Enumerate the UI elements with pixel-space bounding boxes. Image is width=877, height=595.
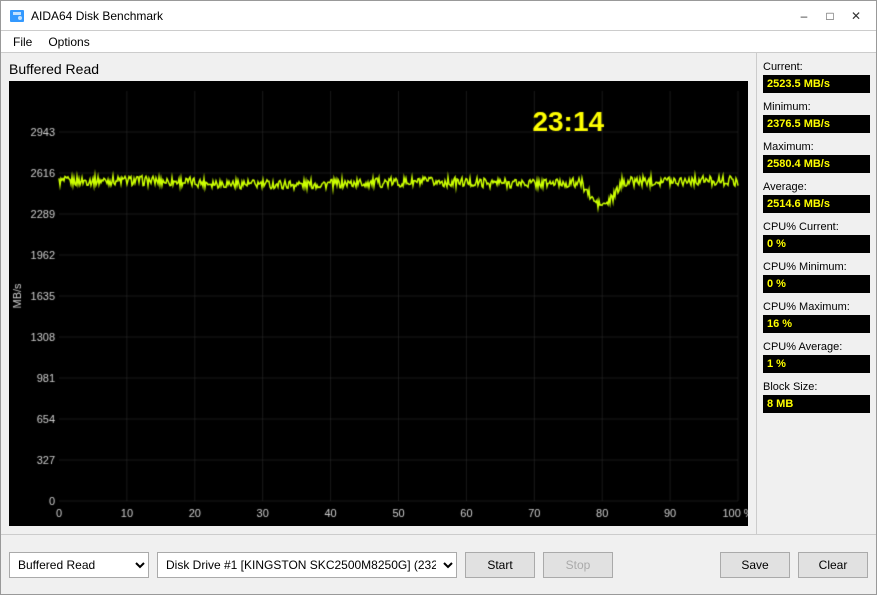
current-value: 2523.5 MB/s [763, 75, 870, 93]
cpu-maximum-label: CPU% Maximum: [763, 301, 870, 313]
clear-button[interactable]: Clear [798, 552, 868, 578]
cpu-minimum-value: 0 % [763, 275, 870, 293]
minimum-label: Minimum: [763, 101, 870, 113]
window-controls: ‒ □ ✕ [792, 6, 868, 26]
cpu-current-value: 0 % [763, 235, 870, 253]
current-label: Current: [763, 61, 870, 73]
window-title: AIDA64 Disk Benchmark [31, 9, 163, 23]
average-label: Average: [763, 181, 870, 193]
stat-block-size: Block Size: 8 MB [763, 381, 870, 413]
menu-bar: File Options [1, 31, 876, 53]
cpu-average-value: 1 % [763, 355, 870, 373]
menu-file[interactable]: File [5, 33, 40, 51]
minimize-button[interactable]: ‒ [792, 6, 816, 26]
stat-minimum: Minimum: 2376.5 MB/s [763, 101, 870, 133]
start-button[interactable]: Start [465, 552, 535, 578]
block-size-value: 8 MB [763, 395, 870, 413]
title-bar-left: AIDA64 Disk Benchmark [9, 8, 163, 24]
menu-options[interactable]: Options [40, 33, 97, 51]
main-panel: Buffered Read [1, 53, 756, 534]
stat-cpu-average: CPU% Average: 1 % [763, 341, 870, 373]
maximum-label: Maximum: [763, 141, 870, 153]
title-bar: AIDA64 Disk Benchmark ‒ □ ✕ [1, 1, 876, 31]
test-select[interactable]: Buffered Read Random Read Random Write [9, 552, 149, 578]
app-icon [9, 8, 25, 24]
maximize-button[interactable]: □ [818, 6, 842, 26]
benchmark-title: Buffered Read [9, 61, 748, 77]
right-panel: Current: 2523.5 MB/s Minimum: 2376.5 MB/… [756, 53, 876, 534]
drive-select[interactable]: Disk Drive #1 [KINGSTON SKC2500M8250G] (… [157, 552, 457, 578]
stat-average: Average: 2514.6 MB/s [763, 181, 870, 213]
maximum-value: 2580.4 MB/s [763, 155, 870, 173]
bottom-bar: Buffered Read Random Read Random Write D… [1, 534, 876, 594]
minimum-value: 2376.5 MB/s [763, 115, 870, 133]
cpu-minimum-label: CPU% Minimum: [763, 261, 870, 273]
average-value: 2514.6 MB/s [763, 195, 870, 213]
stat-maximum: Maximum: 2580.4 MB/s [763, 141, 870, 173]
block-size-label: Block Size: [763, 381, 870, 393]
cpu-average-label: CPU% Average: [763, 341, 870, 353]
stat-cpu-minimum: CPU% Minimum: 0 % [763, 261, 870, 293]
content-area: Buffered Read Current: 2523.5 MB/s Minim… [1, 53, 876, 534]
save-button[interactable]: Save [720, 552, 790, 578]
chart-container [9, 81, 748, 526]
cpu-current-label: CPU% Current: [763, 221, 870, 233]
stat-cpu-maximum: CPU% Maximum: 16 % [763, 301, 870, 333]
main-window: AIDA64 Disk Benchmark ‒ □ ✕ File Options… [0, 0, 877, 595]
cpu-maximum-value: 16 % [763, 315, 870, 333]
stat-current: Current: 2523.5 MB/s [763, 61, 870, 93]
close-button[interactable]: ✕ [844, 6, 868, 26]
stop-button[interactable]: Stop [543, 552, 613, 578]
stat-cpu-current: CPU% Current: 0 % [763, 221, 870, 253]
